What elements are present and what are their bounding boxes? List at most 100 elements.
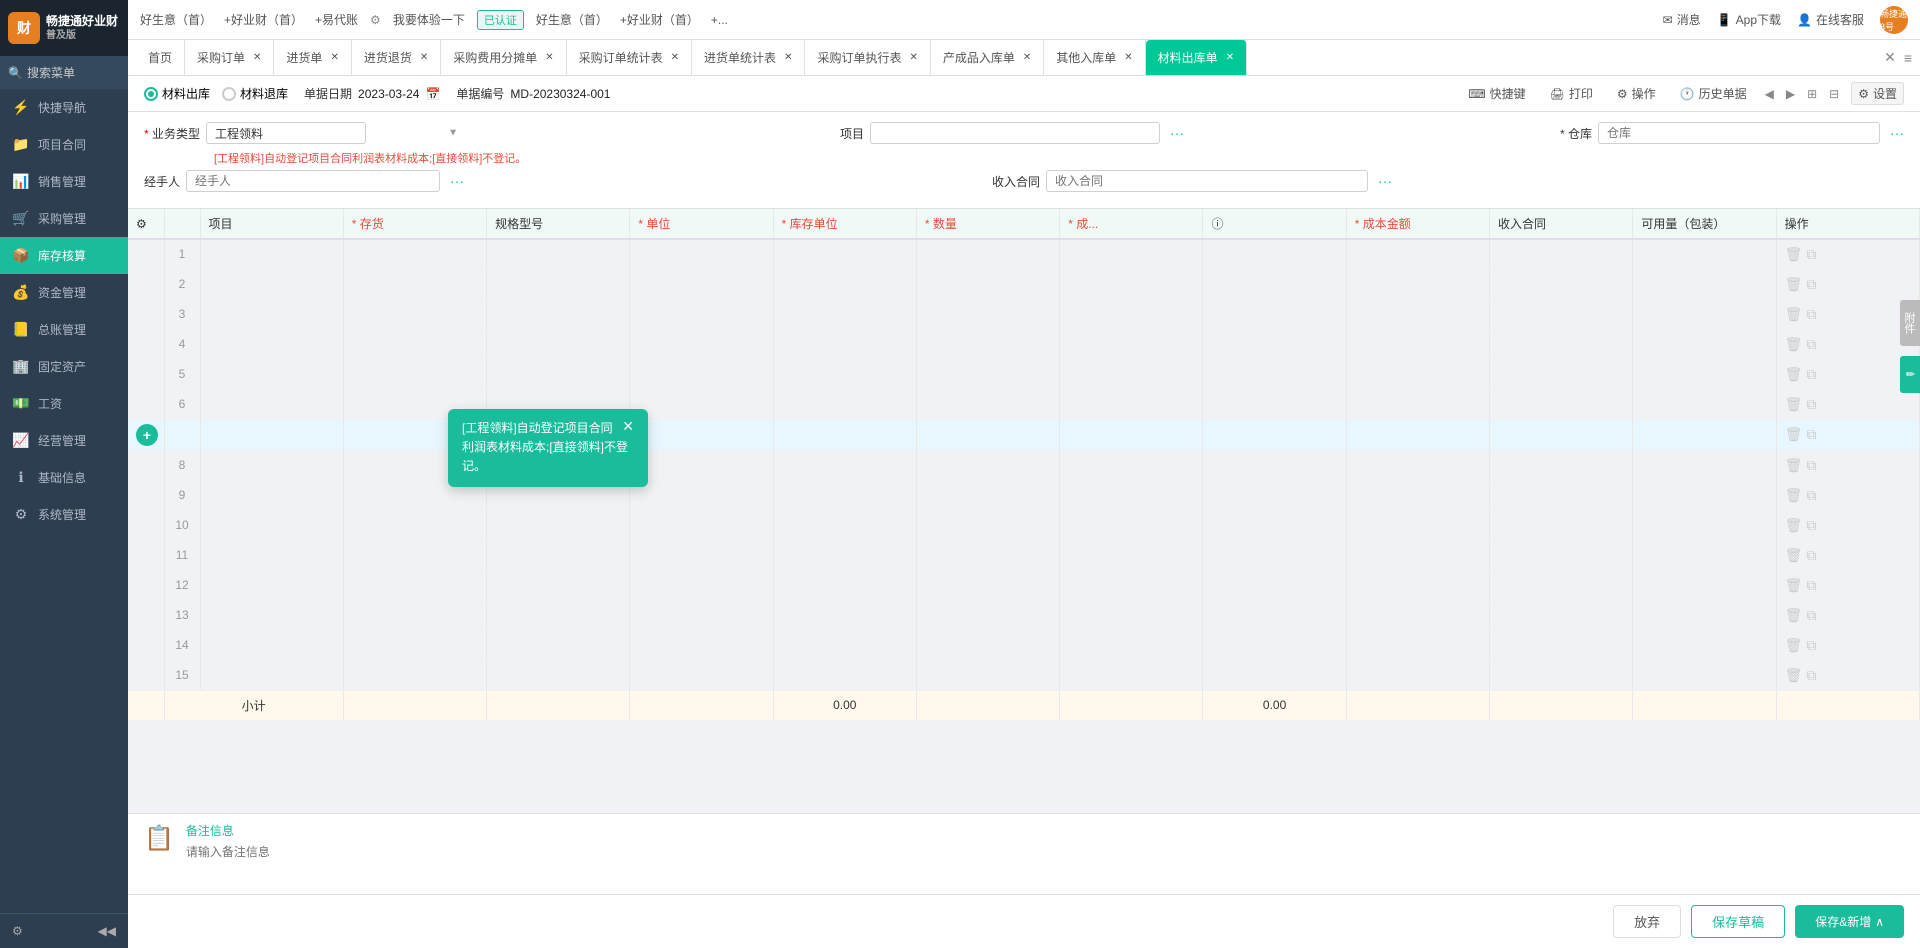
copy-icon-8[interactable]: ⧉ [1806,457,1816,474]
view-list-icon[interactable]: ⊟ [1829,87,1839,101]
app-download-btn[interactable]: 📱 App下载 [1717,11,1781,28]
tab-finished-goods[interactable]: 产成品入库单 ✕ [931,40,1044,76]
td-spec-1[interactable] [487,239,630,269]
tab-close-receipt[interactable]: ✕ [330,52,338,63]
notes-input[interactable] [186,843,1904,883]
project-input[interactable] [870,122,1160,144]
delete-icon-9[interactable]: 🗑 [1785,487,1803,504]
active-cell-input[interactable] [165,424,200,446]
td-inventory-2[interactable] [343,269,486,299]
delete-icon-12[interactable]: 🗑 [1785,577,1803,594]
td-project-3[interactable] [200,299,343,329]
td-cost-1[interactable] [1060,239,1203,269]
delete-icon-2[interactable]: 🗑 [1785,276,1803,293]
topbar-link-4[interactable]: 好生意（首） [536,11,608,28]
save-draft-button[interactable]: 保存草稿 [1691,905,1785,938]
sidebar-settings-icon[interactable]: ⚙ [12,924,23,938]
sidebar-item-payroll[interactable]: 💵 工资 [0,385,128,422]
copy-icon-5[interactable]: ⧉ [1806,366,1816,383]
tab-purchase-order[interactable]: 采购订单 ✕ [185,40,274,76]
calendar-icon[interactable]: 📅 [425,87,440,101]
sidebar-item-assets[interactable]: 🏢 固定资产 [0,348,128,385]
copy-icon-9[interactable]: ⧉ [1806,487,1816,504]
td-qty-1[interactable] [916,239,1059,269]
copy-icon-11[interactable]: ⧉ [1806,547,1816,564]
tab-close-purchase-expense[interactable]: ✕ [545,52,553,63]
view-grid-icon[interactable]: ⊞ [1807,87,1817,101]
sidebar-item-search[interactable]: 🔍 搜索菜单 [0,56,128,89]
sidebar-item-ledger[interactable]: 📒 总账管理 [0,311,128,348]
td-unit-1[interactable] [630,239,773,269]
tab-more-icon[interactable]: ≡ [1904,50,1912,66]
right-float-btn-1[interactable]: 附件 [1900,300,1920,346]
agent-input[interactable] [186,170,440,192]
td-project-1[interactable] [200,239,343,269]
tab-home[interactable]: 首页 [136,40,185,76]
delete-icon-5[interactable]: 🗑 [1785,366,1803,383]
tab-purchase-stat[interactable]: 采购订单统计表 ✕ [567,40,692,76]
td-cost-amount-1[interactable] [1346,239,1489,269]
tab-material-out[interactable]: 材料出库单 ✕ [1146,40,1247,76]
delete-icon-1[interactable]: 🗑 [1785,246,1803,263]
nav-prev-btn[interactable]: ◀ [1765,87,1774,101]
topbar-link-3[interactable]: +易代账 [315,11,358,28]
tab-close-receipt-return[interactable]: ✕ [420,52,428,63]
topbar-link-experience[interactable]: 我要体验一下 [393,11,465,28]
td-unit-2[interactable] [630,269,773,299]
copy-icon-4[interactable]: ⧉ [1806,336,1816,353]
delete-icon-11[interactable]: 🗑 [1785,547,1803,564]
copy-icon-13[interactable]: ⧉ [1806,607,1816,624]
topbar-link-5[interactable]: +好业财（首） [620,11,699,28]
settings-btn[interactable]: ⚙ 设置 [1851,82,1904,105]
td-spec-2[interactable] [487,269,630,299]
print-btn[interactable]: 🖨 打印 [1544,83,1599,104]
history-btn[interactable]: 🕐 历史单据 [1674,83,1753,104]
tab-receipt-stat[interactable]: 进货单统计表 ✕ [692,40,805,76]
save-new-button[interactable]: 保存&新增 ∧ [1795,905,1904,938]
tab-close-finished-goods[interactable]: ✕ [1023,52,1031,63]
tab-close-other-receipt[interactable]: ✕ [1124,52,1132,63]
tab-other-receipt[interactable]: 其他入库单 ✕ [1044,40,1145,76]
agent-dots-btn[interactable]: ··· [450,173,464,189]
biz-type-input[interactable] [206,122,366,144]
td-contract-2[interactable] [1490,269,1633,299]
warehouse-dots-btn[interactable]: ··· [1890,125,1904,141]
tooltip-close-btn[interactable]: ✕ [622,419,634,433]
copy-icon-2[interactable]: ⧉ [1806,276,1816,293]
td-contract-1[interactable] [1490,239,1633,269]
copy-icon-3[interactable]: ⧉ [1806,306,1816,323]
add-row-btn[interactable]: + [136,424,158,446]
delete-icon-15[interactable]: 🗑 [1785,667,1803,684]
topbar-link-2[interactable]: +好业财（首） [224,11,303,28]
delete-icon-14[interactable]: 🗑 [1785,637,1803,654]
delete-icon-13[interactable]: 🗑 [1785,607,1803,624]
warehouse-input[interactable] [1598,122,1880,144]
topbar-link-1[interactable]: 好生意（首） [140,11,212,28]
copy-icon-10[interactable]: ⧉ [1806,517,1816,534]
tab-close-purchase-exec[interactable]: ✕ [909,52,917,63]
tab-purchase-expense[interactable]: 采购费用分摊单 ✕ [441,40,566,76]
sidebar-item-purchase[interactable]: 🛒 采购管理 [0,200,128,237]
tab-receipt-return[interactable]: 进货退货 ✕ [352,40,441,76]
income-contract-input[interactable] [1046,170,1368,192]
td-cost-2[interactable] [1060,269,1203,299]
sidebar-item-basic-info[interactable]: ℹ 基础信息 [0,459,128,496]
nav-next-btn[interactable]: ▶ [1786,87,1795,101]
delete-icon-7[interactable]: 🗑 [1785,426,1803,443]
copy-icon-7[interactable]: ⧉ [1806,426,1816,443]
right-float-btn-2[interactable]: ✏ [1900,356,1920,393]
copy-icon-1[interactable]: ⧉ [1806,246,1816,263]
td-qty-2[interactable] [916,269,1059,299]
sidebar-item-inventory[interactable]: 📦 库存核算 [0,237,128,274]
topbar-link-6[interactable]: +... [711,13,728,27]
sidebar-item-operations[interactable]: 📈 经营管理 [0,422,128,459]
delete-icon-4[interactable]: 🗑 [1785,336,1803,353]
delete-icon-8[interactable]: 🗑 [1785,457,1803,474]
td-store-unit-1[interactable] [773,239,916,269]
copy-icon-6[interactable]: ⧉ [1806,396,1816,413]
delete-icon-3[interactable]: 🗑 [1785,306,1803,323]
tab-close-purchase-order[interactable]: ✕ [253,52,261,63]
td-project-2[interactable] [200,269,343,299]
tab-purchase-exec[interactable]: 采购订单执行表 ✕ [805,40,930,76]
tab-receipt[interactable]: 进货单 ✕ [274,40,351,76]
